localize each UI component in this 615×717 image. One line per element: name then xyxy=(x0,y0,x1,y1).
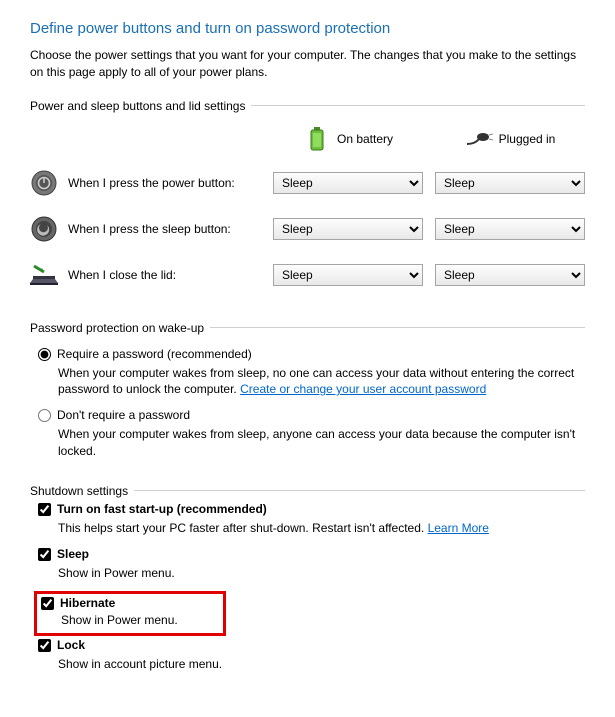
hibernate-highlight: Hibernate Show in Power menu. xyxy=(34,591,226,636)
battery-icon xyxy=(303,125,331,153)
sleep-button-label: When I press the sleep button: xyxy=(68,222,231,236)
sleep-label: Sleep xyxy=(57,547,89,561)
password-protection-group: Password protection on wake-up Require a… xyxy=(30,321,585,470)
hibernate-label: Hibernate xyxy=(60,596,115,610)
sleep-checkbox[interactable] xyxy=(38,548,51,561)
shutdown-settings-group: Shutdown settings Turn on fast start-up … xyxy=(30,484,585,683)
hibernate-desc: Show in Power menu. xyxy=(61,612,217,629)
fast-startup-label: Turn on fast start-up (recommended) xyxy=(57,502,267,516)
group-legend: Password protection on wake-up xyxy=(30,321,210,335)
group-legend: Shutdown settings xyxy=(30,484,134,498)
no-password-desc: When your computer wakes from sleep, any… xyxy=(58,426,585,460)
column-battery: On battery xyxy=(273,125,423,153)
fast-startup-desc: This helps start your PC faster after sh… xyxy=(58,520,585,537)
sleep-button-icon xyxy=(30,215,58,243)
account-password-link[interactable]: Create or change your user account passw… xyxy=(240,382,486,396)
power-button-plugged-select[interactable]: Sleep xyxy=(435,172,585,194)
require-password-label: Require a password (recommended) xyxy=(57,347,252,361)
lid-close-plugged-select[interactable]: Sleep xyxy=(435,264,585,286)
lid-close-label: When I close the lid: xyxy=(68,268,176,282)
hibernate-checkbox[interactable] xyxy=(41,597,54,610)
fast-startup-checkbox[interactable] xyxy=(38,503,51,516)
require-password-desc: When your computer wakes from sleep, no … xyxy=(58,365,585,399)
lid-close-icon xyxy=(30,261,58,289)
column-battery-label: On battery xyxy=(337,132,393,146)
page-title: Define power buttons and turn on passwor… xyxy=(30,20,585,37)
require-password-radio[interactable] xyxy=(38,348,51,361)
power-button-icon xyxy=(30,169,58,197)
lock-checkbox[interactable] xyxy=(38,639,51,652)
lock-label: Lock xyxy=(57,638,85,652)
plug-icon xyxy=(465,125,493,153)
sleep-desc: Show in Power menu. xyxy=(58,565,585,582)
power-button-battery-select[interactable]: Sleep xyxy=(273,172,423,194)
learn-more-link[interactable]: Learn More xyxy=(428,521,489,535)
sleep-button-plugged-select[interactable]: Sleep xyxy=(435,218,585,240)
column-plugged: Plugged in xyxy=(435,125,585,153)
lock-desc: Show in account picture menu. xyxy=(58,656,585,673)
sleep-button-battery-select[interactable]: Sleep xyxy=(273,218,423,240)
power-button-label: When I press the power button: xyxy=(68,176,235,190)
page-description: Choose the power settings that you want … xyxy=(30,47,585,81)
power-buttons-group: Power and sleep buttons and lid settings… xyxy=(30,99,585,307)
no-password-label: Don't require a password xyxy=(57,408,190,422)
lid-close-battery-select[interactable]: Sleep xyxy=(273,264,423,286)
group-legend: Power and sleep buttons and lid settings xyxy=(30,99,251,113)
no-password-radio[interactable] xyxy=(38,409,51,422)
column-plugged-label: Plugged in xyxy=(499,132,556,146)
